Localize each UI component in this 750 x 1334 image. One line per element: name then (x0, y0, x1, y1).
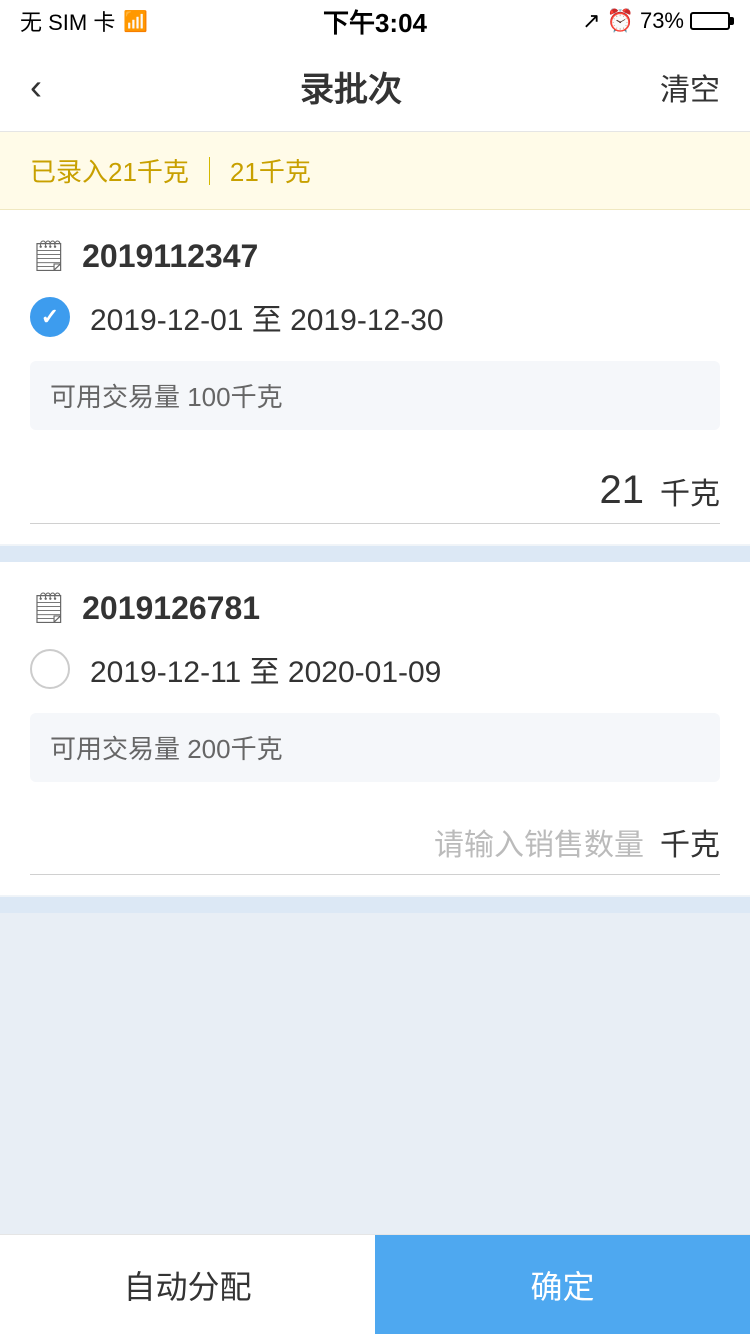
status-bar-time: 下午3:04 (323, 3, 427, 40)
status-bar-right: ↗ ⏰ 73% (582, 8, 730, 34)
status-bar-left: 无 SIM 卡 📶 (20, 5, 148, 37)
batch-1-row: 2019-12-01 至 2019-12-30 (0, 287, 750, 355)
batch-card-1: 🗒 2019112347 2019-12-01 至 2019-12-30 可用交… (0, 210, 750, 544)
wifi-icon: 📶 (123, 9, 148, 34)
batch-1-radio[interactable] (30, 297, 70, 337)
auto-distribute-button[interactable]: 自动分配 (0, 1235, 375, 1334)
batch-2-input-area: 请输入销售数量 千克 (0, 802, 750, 864)
batch-1-unit: 千克 (660, 469, 720, 513)
total-amount: 21千克 (230, 152, 311, 189)
batch-2-header: 🗒 2019126781 (0, 562, 750, 639)
status-bar: 无 SIM 卡 📶 下午3:04 ↗ ⏰ 73% (0, 0, 750, 42)
battery-icon (690, 12, 730, 30)
section-separator-1 (0, 546, 750, 562)
batch-2-icon: 🗒 (30, 591, 68, 626)
batch-2-radio[interactable] (30, 649, 70, 689)
batch-2-unit: 千克 (660, 820, 720, 864)
recorded-amount: 已录入21千克 (30, 152, 189, 189)
batch-2-row: 2019-12-11 至 2020-01-09 (0, 639, 750, 707)
batch-1-date: 2019-12-01 至 2019-12-30 (90, 295, 444, 339)
content-area: 🗒 2019112347 2019-12-01 至 2019-12-30 可用交… (0, 210, 750, 1334)
batch-2-id: 2019126781 (82, 590, 260, 627)
banner-divider (209, 157, 210, 185)
back-button[interactable]: ‹ (30, 66, 42, 108)
clear-button[interactable]: 清空 (660, 65, 720, 109)
batch-2-availability: 可用交易量 200千克 (30, 713, 720, 782)
batch-1-amount-value[interactable]: 21 (600, 468, 645, 513)
confirm-button[interactable]: 确定 (375, 1235, 750, 1334)
batch-2-date: 2019-12-11 至 2020-01-09 (90, 647, 441, 691)
alarm-icon: ⏰ (607, 8, 634, 34)
batch-2-input-placeholder: 请输入销售数量 (434, 820, 644, 864)
section-separator-2 (0, 897, 750, 913)
battery-percent: 73% (640, 8, 684, 34)
batch-1-header: 🗒 2019112347 (0, 210, 750, 287)
batch-1-availability: 可用交易量 100千克 (30, 361, 720, 430)
batch-card-2: 🗒 2019126781 2019-12-11 至 2020-01-09 可用交… (0, 562, 750, 895)
batch-1-amount-area: 21 千克 (0, 450, 750, 513)
info-banner: 已录入21千克 21千克 (0, 132, 750, 210)
location-icon: ↗ (582, 8, 600, 34)
carrier-text: 无 SIM 卡 (20, 5, 115, 37)
nav-bar: ‹ 录批次 清空 (0, 42, 750, 132)
batch-1-id: 2019112347 (82, 238, 258, 275)
batch-1-icon: 🗒 (30, 239, 68, 274)
page-title: 录批次 (300, 62, 402, 111)
bottom-bar: 自动分配 确定 (0, 1234, 750, 1334)
